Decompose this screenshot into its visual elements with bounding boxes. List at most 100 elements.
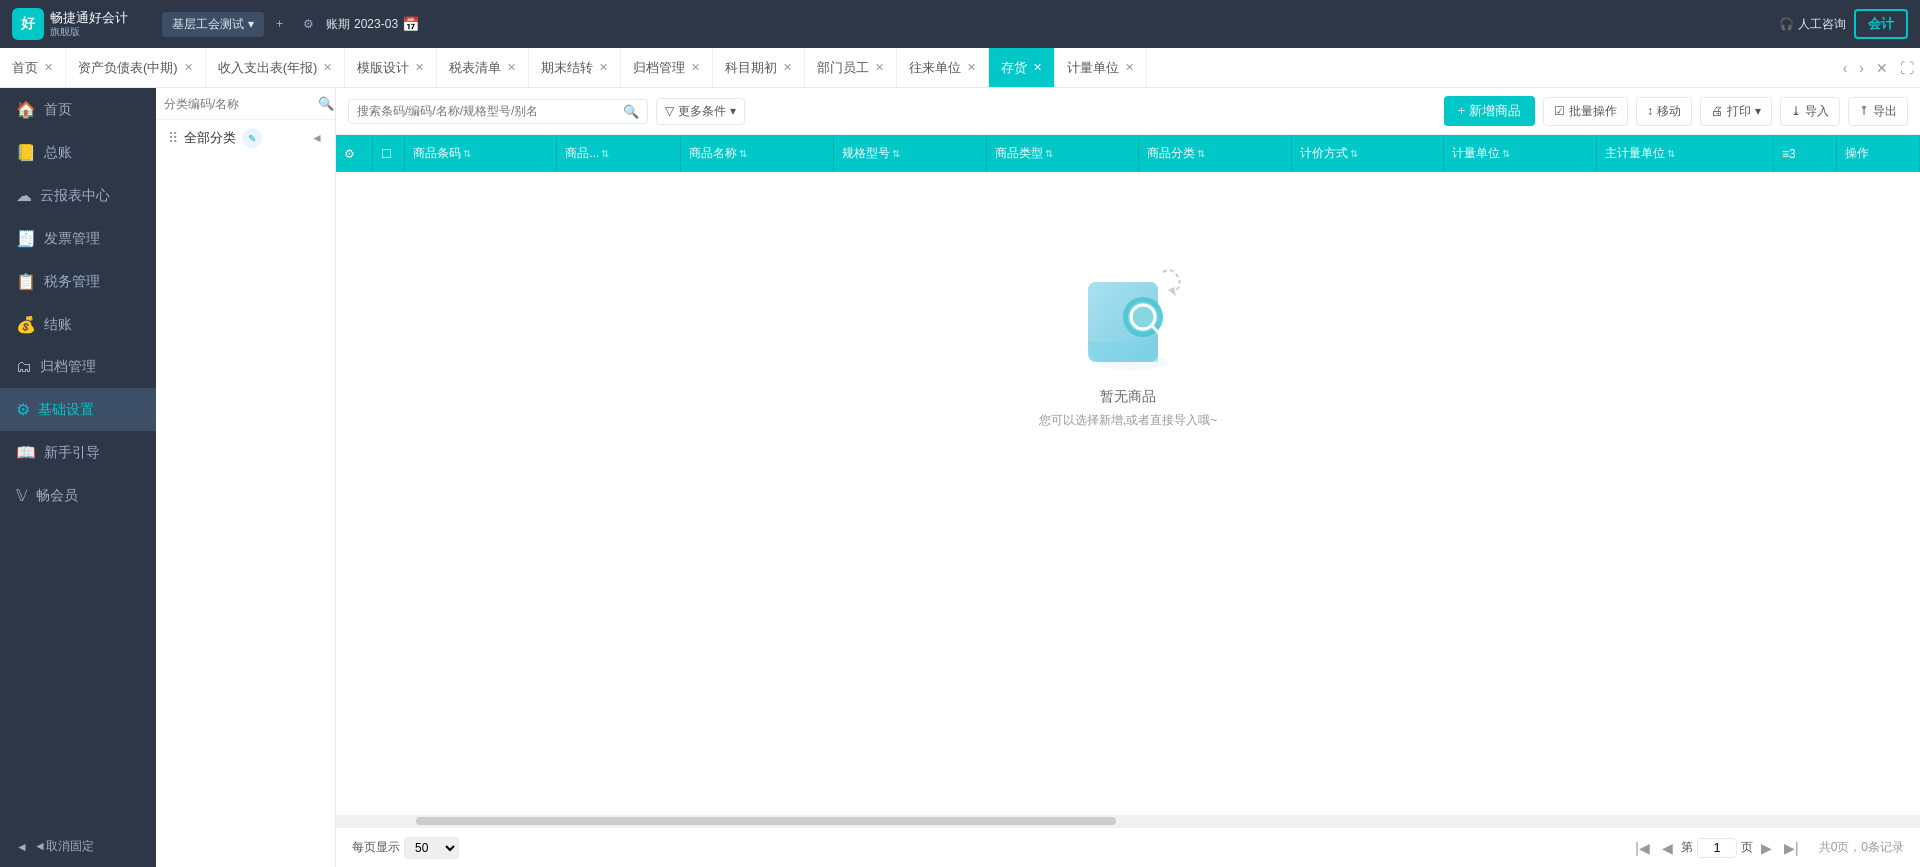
- search-icon[interactable]: 🔍: [623, 104, 639, 119]
- close-home-tab[interactable]: ✕: [44, 61, 53, 74]
- svg-marker-7: [1168, 287, 1176, 296]
- nav-tab-partner[interactable]: 往来单位 ✕: [897, 48, 989, 88]
- tab-nav: 首页 ✕ 资产负债表(中期) ✕ 收入支出表(年报) ✕ 模版设计 ✕ 税表清单…: [0, 48, 1920, 88]
- category-header[interactable]: ⠿ 全部分类 ✎ ◄: [156, 120, 335, 156]
- sidebar-item-guide[interactable]: 📖 新手引导: [0, 431, 156, 474]
- archive-icon: 🗂: [16, 358, 32, 376]
- horizontal-scrollbar[interactable]: [336, 815, 1920, 827]
- close-balance-tab[interactable]: ✕: [184, 61, 193, 74]
- close-income-tab[interactable]: ✕: [323, 61, 332, 74]
- page-size-dropdown[interactable]: 10 20 50 100: [404, 837, 459, 859]
- settings-button[interactable]: ⚙: [295, 13, 322, 35]
- sidebar-item-settings[interactable]: ⚙ 基础设置: [0, 388, 156, 431]
- prev-page-button[interactable]: ◀: [1658, 838, 1677, 858]
- right-content: 🔍 ▽ 更多条件 ▾ + 新增商品 ☑ 批量操作 ↕: [336, 88, 1920, 867]
- product-table: ⚙ ☐ 商品条码⇅ 商品...⇅ 商品名称⇅ 规格型号⇅ 商品类型⇅ 商品分类⇅…: [336, 135, 1920, 172]
- nav-tab-income[interactable]: 收入支出表(年报) ✕: [206, 48, 346, 88]
- move-icon: ↕: [1647, 104, 1653, 118]
- more-filter-button[interactable]: ▽ 更多条件 ▾: [656, 98, 745, 125]
- account-button[interactable]: 会计: [1854, 9, 1908, 39]
- header-tab-bar: 基层工会测试 ▾ + ⚙ 账期 2023-03 📅: [162, 12, 1769, 37]
- product-search-input[interactable]: [357, 104, 619, 118]
- col-unit[interactable]: 计量单位⇅: [1444, 135, 1597, 172]
- col-spec[interactable]: 规格型号⇅: [833, 135, 986, 172]
- sidebar-item-member[interactable]: 𝕍 畅会员: [0, 474, 156, 517]
- col-extra[interactable]: ≡3: [1774, 135, 1836, 172]
- logo-icon: 好: [12, 8, 44, 40]
- nav-tab-template[interactable]: 模版设计 ✕: [345, 48, 437, 88]
- category-search-bar: 🔍: [156, 88, 335, 120]
- header-right: 🎧 人工咨询 会计: [1779, 9, 1908, 39]
- col-settings[interactable]: ⚙: [336, 135, 372, 172]
- sidebar-item-archive[interactable]: 🗂 归档管理: [0, 346, 156, 388]
- col-barcode[interactable]: 商品条码⇅: [404, 135, 557, 172]
- last-page-button[interactable]: ▶|: [1780, 838, 1803, 858]
- sidebar-item-invoice[interactable]: 🧾 发票管理: [0, 217, 156, 260]
- collapse-icon[interactable]: ◄: [311, 131, 323, 145]
- print-button[interactable]: 🖨 打印 ▾: [1700, 97, 1772, 126]
- page-input[interactable]: [1697, 838, 1737, 858]
- category-search-input[interactable]: [164, 97, 314, 111]
- nav-tab-tax[interactable]: 税表清单 ✕: [437, 48, 529, 88]
- col-main-unit[interactable]: 主计量单位⇅: [1597, 135, 1774, 172]
- import-button[interactable]: ⤓ 导入: [1780, 97, 1840, 126]
- sidebar-item-ledger[interactable]: 📒 总账: [0, 131, 156, 174]
- tab-nav-arrows: ‹ › ✕ ⛶: [1837, 56, 1920, 80]
- sidebar: 🏠 首页 📒 总账 ☁ 云报表中心 🧾 发票管理 📋 税务管理 💰 结账 🗂 归…: [0, 88, 156, 867]
- tab-next-button[interactable]: ›: [1853, 56, 1870, 80]
- add-product-button[interactable]: + 新增商品: [1444, 96, 1535, 126]
- product-table-wrapper: ⚙ ☐ 商品条码⇅ 商品...⇅ 商品名称⇅ 规格型号⇅ 商品类型⇅ 商品分类⇅…: [336, 135, 1920, 815]
- col-name[interactable]: 商品名称⇅: [681, 135, 834, 172]
- batch-operation-button[interactable]: ☑ 批量操作: [1543, 97, 1628, 126]
- nav-tab-period[interactable]: 期末结转 ✕: [529, 48, 621, 88]
- sidebar-item-close[interactable]: 💰 结账: [0, 303, 156, 346]
- category-search-icon[interactable]: 🔍: [318, 96, 334, 111]
- company-tab[interactable]: 基层工会测试 ▾: [162, 12, 264, 37]
- close-period-tab[interactable]: ✕: [599, 61, 608, 74]
- close-template-tab[interactable]: ✕: [415, 61, 424, 74]
- col-price-method[interactable]: 计价方式⇅: [1291, 135, 1444, 172]
- page-size-select: 每页显示 10 20 50 100: [352, 837, 459, 859]
- tab-prev-button[interactable]: ‹: [1837, 56, 1854, 80]
- close-unit-tab[interactable]: ✕: [1125, 61, 1134, 74]
- product-search-bar: 🔍: [348, 99, 648, 124]
- next-page-button[interactable]: ▶: [1757, 838, 1776, 858]
- close-tax-tab[interactable]: ✕: [507, 61, 516, 74]
- col-category[interactable]: 商品分类⇅: [1139, 135, 1292, 172]
- logo-text: 畅捷通好会计 旗舰版: [50, 10, 128, 38]
- close-subject-tab[interactable]: ✕: [783, 61, 792, 74]
- home-icon: 🏠: [16, 100, 36, 119]
- close-dept-tab[interactable]: ✕: [875, 61, 884, 74]
- sidebar-item-home[interactable]: 🏠 首页: [0, 88, 156, 131]
- close-inventory-tab[interactable]: ✕: [1033, 61, 1042, 74]
- sidebar-item-tax[interactable]: 📋 税务管理: [0, 260, 156, 303]
- sidebar-unpin-button[interactable]: ◄ ◄取消固定: [0, 826, 156, 867]
- move-button[interactable]: ↕ 移动: [1636, 97, 1692, 126]
- nav-tab-archive[interactable]: 归档管理 ✕: [621, 48, 713, 88]
- tab-nav-inner: 首页 ✕ 资产负债表(中期) ✕ 收入支出表(年报) ✕ 模版设计 ✕ 税表清单…: [0, 48, 1837, 88]
- close-partner-tab[interactable]: ✕: [967, 61, 976, 74]
- add-tab-button[interactable]: +: [268, 13, 291, 35]
- col-type[interactable]: 商品类型⇅: [986, 135, 1139, 172]
- nav-tab-unit[interactable]: 计量单位 ✕: [1055, 48, 1147, 88]
- export-button[interactable]: ⤒ 导出: [1848, 97, 1908, 126]
- nav-tab-inventory[interactable]: 存货 ✕: [989, 48, 1055, 88]
- invoice-icon: 🧾: [16, 229, 36, 248]
- tab-expand-button[interactable]: ⛶: [1894, 56, 1920, 80]
- col-check[interactable]: ☐: [372, 135, 404, 172]
- nav-tab-dept[interactable]: 部门员工 ✕: [805, 48, 897, 88]
- close-archive-tab[interactable]: ✕: [691, 61, 700, 74]
- scrollbar-thumb[interactable]: [416, 817, 1116, 825]
- table-footer: 每页显示 10 20 50 100 |◀ ◀ 第 页: [336, 827, 1920, 867]
- col-code[interactable]: 商品...⇅: [557, 135, 681, 172]
- category-edit-icon[interactable]: ✎: [242, 128, 262, 148]
- nav-tab-subject[interactable]: 科目期初 ✕: [713, 48, 805, 88]
- cloud-icon: ☁: [16, 186, 32, 205]
- first-page-button[interactable]: |◀: [1631, 838, 1654, 858]
- nav-tab-balance[interactable]: 资产负债表(中期) ✕: [66, 48, 206, 88]
- tab-close-all-button[interactable]: ✕: [1870, 56, 1894, 80]
- consult-button[interactable]: 🎧 人工咨询: [1779, 16, 1846, 33]
- nav-tab-home[interactable]: 首页 ✕: [0, 48, 66, 88]
- sidebar-item-cloud[interactable]: ☁ 云报表中心: [0, 174, 156, 217]
- calendar-icon[interactable]: 📅: [402, 16, 419, 32]
